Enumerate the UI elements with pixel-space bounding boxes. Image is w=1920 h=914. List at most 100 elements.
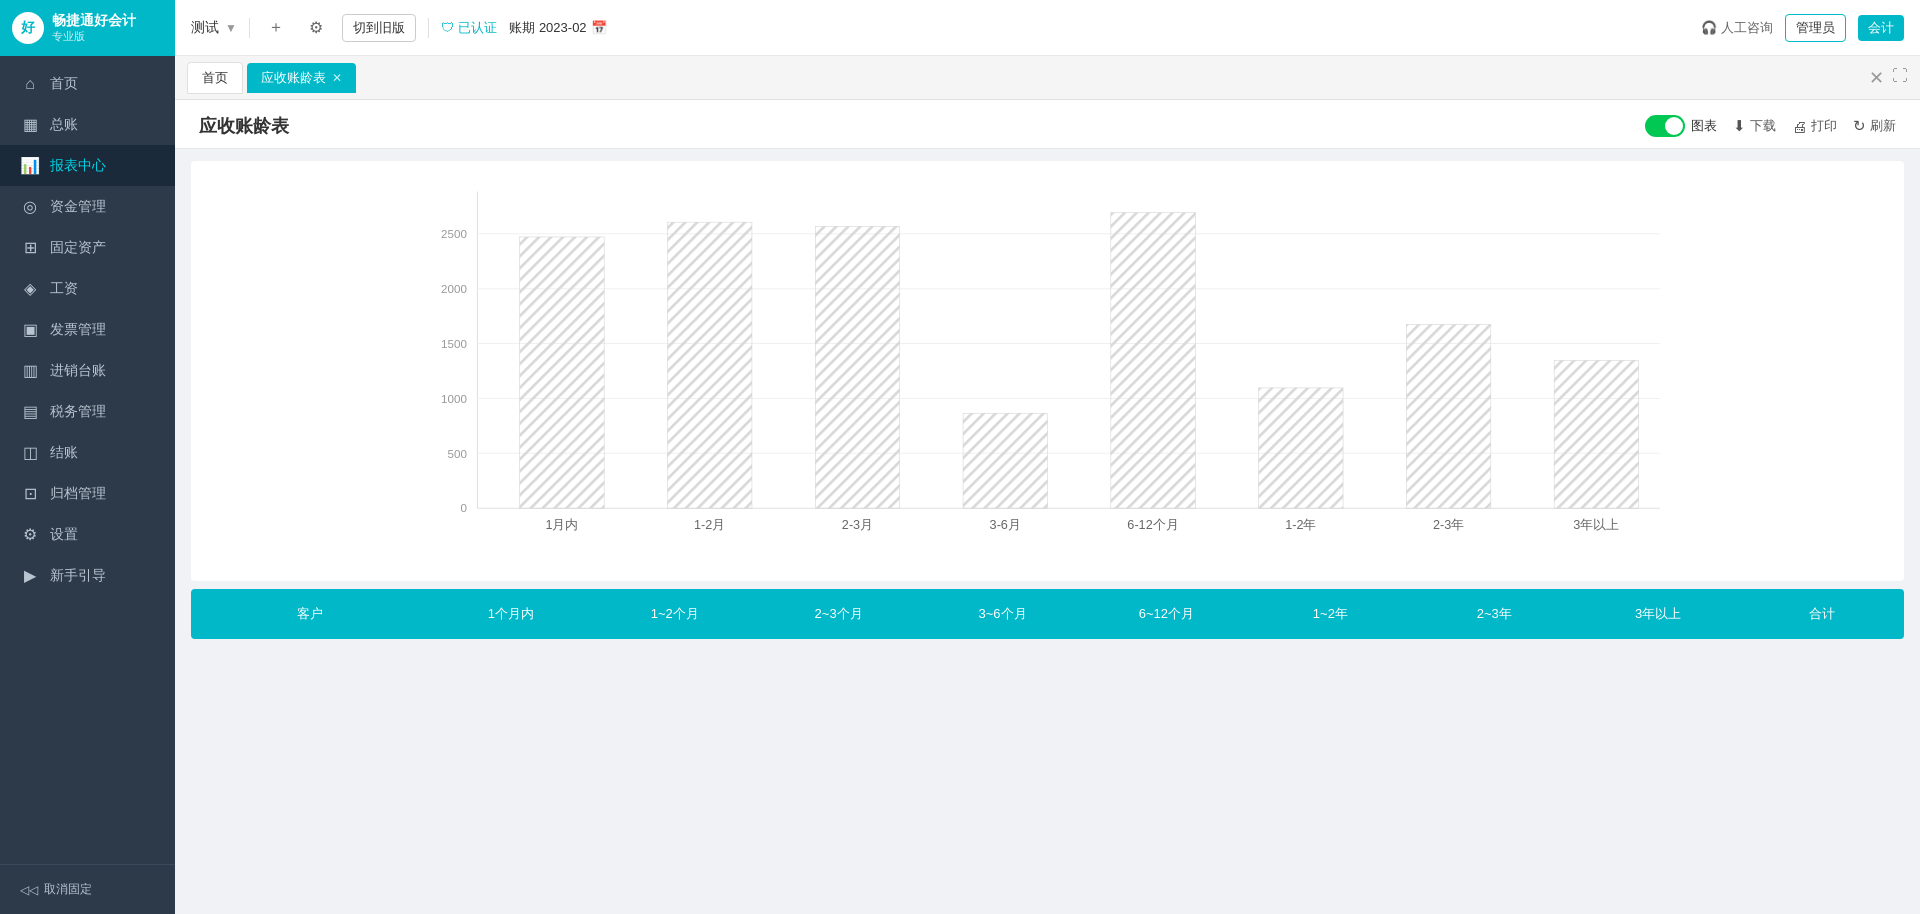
svg-rect-16: [963, 413, 1047, 508]
sidebar-item-funds[interactable]: ◎ 资金管理: [0, 186, 175, 227]
sidebar-item-label: 进销台账: [50, 362, 106, 380]
reports-icon: 📊: [20, 156, 40, 175]
certified-badge: 🛡 已认证: [441, 19, 497, 37]
page-header: 应收账龄表 图表 ⬇ 下载 🖨 打印 ↻ 刷新: [175, 100, 1920, 149]
sidebar-item-assets[interactable]: ⊞ 固定资产: [0, 227, 175, 268]
funds-icon: ◎: [20, 197, 40, 216]
svg-rect-20: [1554, 360, 1638, 508]
period-display: 账期 2023-02 📅: [509, 19, 607, 37]
svg-text:3年以上: 3年以上: [1573, 518, 1619, 532]
sidebar-item-home[interactable]: ⌂ 首页: [0, 64, 175, 104]
th-customer: 客户: [191, 589, 429, 639]
guide-icon: ▶: [20, 566, 40, 585]
sidebar-logo: 好 畅捷通好会计 专业版: [0, 0, 175, 56]
svg-text:3-6月: 3-6月: [990, 518, 1021, 532]
tab-close-icon[interactable]: ✕: [332, 71, 342, 85]
settings-button[interactable]: ⚙: [302, 14, 330, 42]
sidebar-item-label: 新手引导: [50, 567, 106, 585]
project-name: 测试: [191, 19, 219, 37]
app-edition: 专业版: [52, 29, 136, 44]
sidebar-item-ledger[interactable]: ▦ 总账: [0, 104, 175, 145]
tab-close-window-icon[interactable]: ✕: [1869, 67, 1884, 89]
role-button[interactable]: 会计: [1858, 15, 1904, 41]
calendar-icon[interactable]: 📅: [591, 20, 607, 35]
app-name: 畅捷通好会计: [52, 12, 136, 29]
pin-icon: ◁◁: [20, 883, 38, 897]
sidebar-nav: ⌂ 首页 ▦ 总账 📊 报表中心 ◎ 资金管理 ⊞ 固定资产 ◈ 工资 ▣ 发票…: [0, 56, 175, 864]
sidebar-item-tax[interactable]: ▤ 税务管理: [0, 391, 175, 432]
chart-toggle-group: 图表: [1645, 115, 1717, 137]
svg-text:6-12个月: 6-12个月: [1127, 518, 1178, 532]
sidebar-item-close[interactable]: ◫ 结账: [0, 432, 175, 473]
topbar-divider-1: [249, 18, 250, 38]
switch-version-button[interactable]: 切到旧版: [342, 14, 416, 42]
manager-button[interactable]: 管理员: [1785, 14, 1846, 42]
refresh-button[interactable]: ↻ 刷新: [1853, 117, 1896, 135]
svg-rect-17: [1111, 213, 1195, 509]
chart-container: 0 500 1000 1500 2000 2500: [191, 161, 1904, 581]
table-container: 客户 1个月内 1~2个月 2~3个月 3~6个月 6~12个月 1~2年 2~…: [191, 589, 1904, 639]
add-button[interactable]: ＋: [262, 14, 290, 42]
purchase-icon: ▥: [20, 361, 40, 380]
th-1-2year: 1~2年: [1248, 589, 1412, 639]
sidebar-item-salary[interactable]: ◈ 工资: [0, 268, 175, 309]
sidebar-item-guide[interactable]: ▶ 新手引导: [0, 555, 175, 596]
sidebar-item-purchase[interactable]: ▥ 进销台账: [0, 350, 175, 391]
bar-chart: 0 500 1000 1500 2000 2500: [211, 181, 1884, 561]
th-2-3month: 2~3个月: [757, 589, 921, 639]
page-title: 应收账龄表: [199, 114, 289, 138]
sidebar-item-label: 税务管理: [50, 403, 106, 421]
sidebar-item-label: 发票管理: [50, 321, 106, 339]
sidebar-item-archive[interactable]: ⊡ 归档管理: [0, 473, 175, 514]
svg-text:1000: 1000: [441, 392, 467, 405]
chart-wrapper: 0 500 1000 1500 2000 2500: [211, 181, 1884, 561]
tab-ar-aging[interactable]: 应收账龄表 ✕: [247, 63, 356, 93]
cancel-fixed-button[interactable]: ◁◁ 取消固定: [12, 875, 163, 904]
tabbar: 首页 应收账龄表 ✕ ✕ ⛶: [175, 56, 1920, 100]
topbar-right: 🎧 人工咨询 管理员 会计: [1701, 14, 1904, 42]
dropdown-icon: ▼: [225, 21, 237, 35]
th-total: 合计: [1740, 589, 1904, 639]
invoice-icon: ▣: [20, 320, 40, 339]
th-3year-plus: 3年以上: [1576, 589, 1740, 639]
svg-rect-19: [1406, 325, 1490, 509]
sidebar-footer: ◁◁ 取消固定: [0, 864, 175, 914]
sidebar-item-label: 资金管理: [50, 198, 106, 216]
sidebar-item-reports[interactable]: 📊 报表中心: [0, 145, 175, 186]
assets-icon: ⊞: [20, 238, 40, 257]
sidebar: 好 畅捷通好会计 专业版 ⌂ 首页 ▦ 总账 📊 报表中心 ◎ 资金管理 ⊞ 固…: [0, 0, 175, 914]
project-selector[interactable]: 测试 ▼: [191, 19, 237, 37]
download-icon: ⬇: [1733, 117, 1746, 135]
svg-text:0: 0: [460, 501, 466, 514]
chart-toggle-switch[interactable]: [1645, 115, 1685, 137]
logo-icon: 好: [12, 12, 44, 44]
svg-text:2-3年: 2-3年: [1433, 518, 1464, 532]
download-button[interactable]: ⬇ 下载: [1733, 117, 1776, 135]
print-button[interactable]: 🖨 打印: [1792, 117, 1837, 135]
service-label: 人工咨询: [1721, 19, 1773, 37]
print-label: 打印: [1811, 117, 1837, 135]
svg-text:2000: 2000: [441, 282, 467, 295]
home-icon: ⌂: [20, 75, 40, 93]
service-button[interactable]: 🎧 人工咨询: [1701, 19, 1773, 37]
period-value: 2023-02: [539, 20, 587, 35]
svg-rect-18: [1259, 388, 1343, 508]
sidebar-item-settings[interactable]: ⚙ 设置: [0, 514, 175, 555]
tab-home[interactable]: 首页: [187, 62, 243, 94]
certified-label: 已认证: [458, 19, 497, 37]
salary-icon: ◈: [20, 279, 40, 298]
th-1-2month: 1~2个月: [593, 589, 757, 639]
svg-rect-15: [815, 226, 899, 508]
th-6-12month: 6~12个月: [1084, 589, 1248, 639]
sidebar-item-label: 工资: [50, 280, 78, 298]
sidebar-item-invoice[interactable]: ▣ 发票管理: [0, 309, 175, 350]
sidebar-item-label: 固定资产: [50, 239, 106, 257]
headset-icon: 🎧: [1701, 20, 1717, 35]
refresh-label: 刷新: [1870, 117, 1896, 135]
svg-text:1500: 1500: [441, 337, 467, 350]
th-1month: 1个月内: [429, 589, 593, 639]
page-area: 应收账龄表 图表 ⬇ 下载 🖨 打印 ↻ 刷新: [175, 100, 1920, 914]
tab-expand-icon[interactable]: ⛶: [1892, 67, 1908, 89]
sidebar-item-label: 总账: [50, 116, 78, 134]
svg-rect-14: [668, 222, 752, 508]
